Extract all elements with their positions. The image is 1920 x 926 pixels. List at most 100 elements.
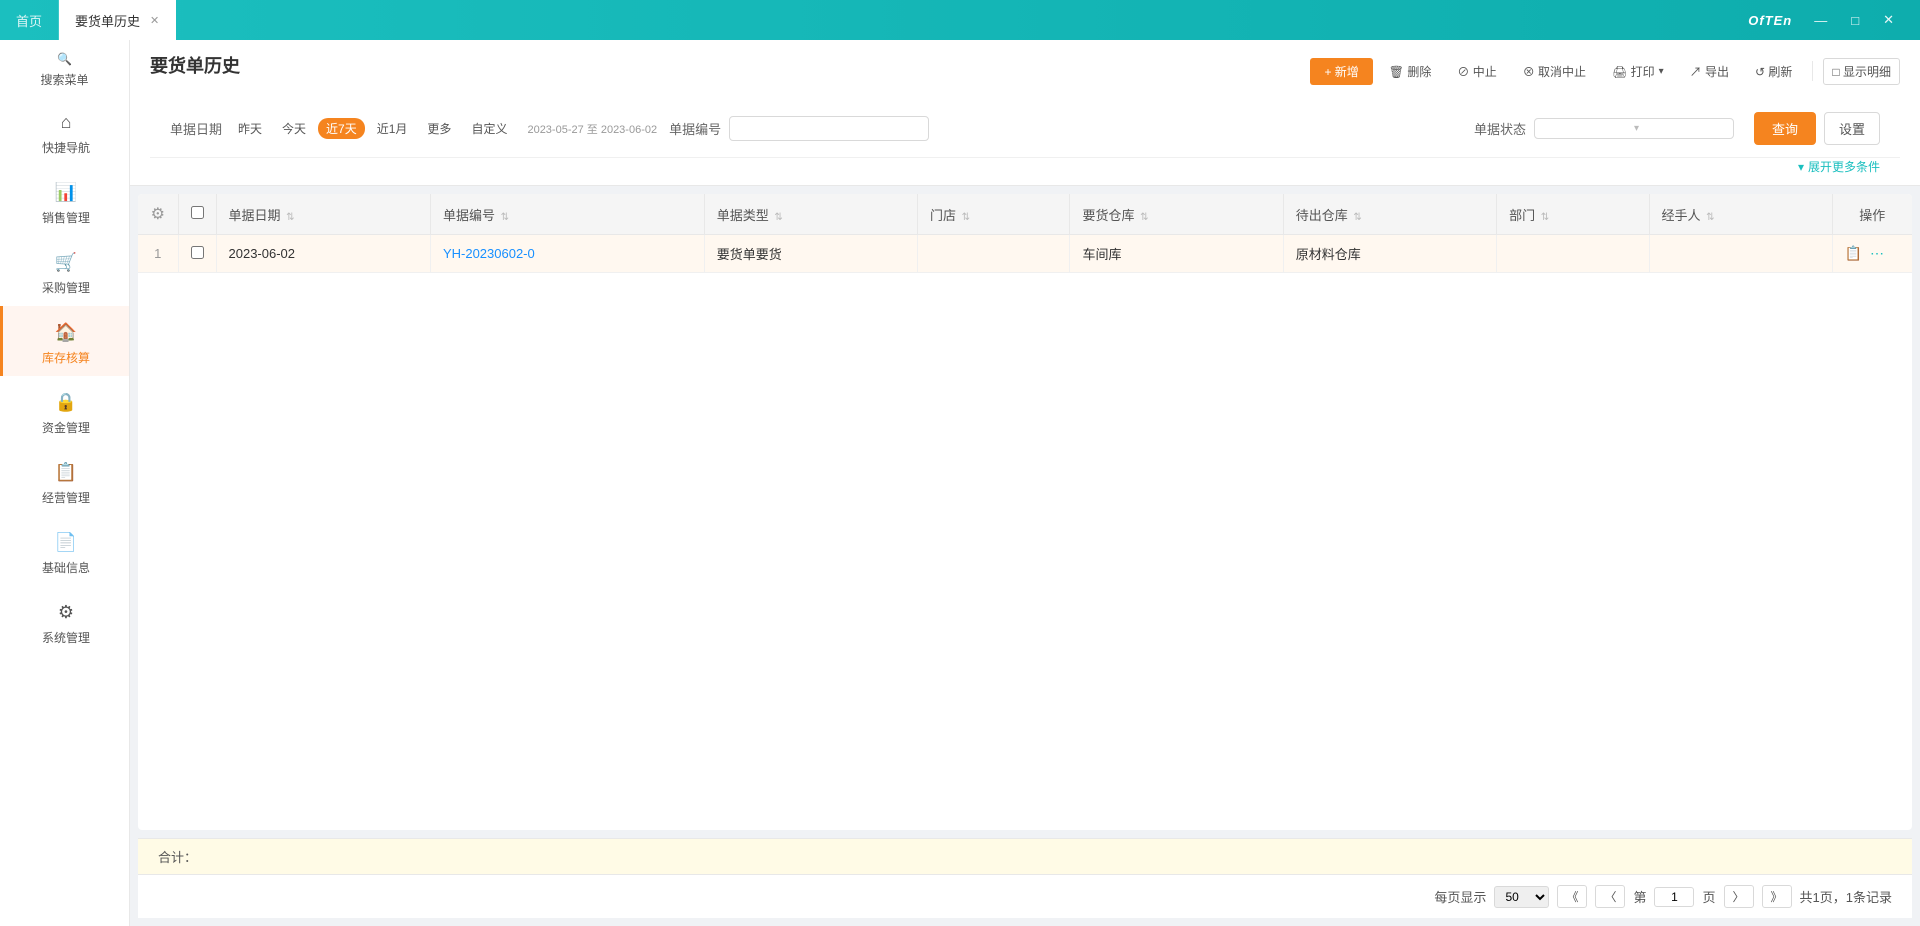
status-label: 单据状态 (1474, 119, 1526, 138)
new-button[interactable]: + 新增 (1310, 58, 1372, 85)
date-filter-label: 单据日期 (170, 119, 222, 138)
col-checkbox (178, 194, 216, 235)
bill-no-input[interactable] (729, 116, 929, 141)
page-label-after: 页 (1702, 887, 1715, 906)
col-bill-no: 单据编号 ⇅ (430, 194, 704, 235)
page-size-select[interactable]: 20 50 100 200 (1494, 886, 1549, 908)
tab-close-icon[interactable]: ✕ (150, 14, 159, 27)
sidebar-search[interactable]: 🔍 搜索菜单 (0, 40, 129, 96)
cell-handler (1649, 235, 1832, 273)
maximize-btn[interactable]: □ (1845, 13, 1865, 28)
tab-requisition-history[interactable]: 要货单历史 ✕ (59, 0, 176, 40)
sort-req-warehouse-icon[interactable]: ⇅ (1140, 212, 1148, 223)
prev-page-btn[interactable]: 〈 (1595, 885, 1625, 908)
sort-department-icon[interactable]: ⇅ (1541, 212, 1549, 223)
sidebar-item-inventory[interactable]: 🏠 库存核算 (0, 306, 129, 376)
settings-button[interactable]: 设置 (1824, 112, 1880, 145)
sort-store-icon[interactable]: ⇅ (962, 212, 970, 223)
sidebar-search-label: 搜索菜单 (40, 71, 88, 88)
tab-requisition-label: 要货单历史 (75, 11, 140, 30)
table-settings-icon[interactable]: ⚙ (151, 206, 165, 223)
tab-home[interactable]: 首页 (0, 0, 59, 40)
expand-label: 展开更多条件 (1808, 158, 1880, 175)
sidebar-operations-label: 经营管理 (42, 489, 90, 506)
first-page-btn[interactable]: 《 (1557, 885, 1587, 908)
page-header: 要货单历史 + 新增 🗑 删除 ⊘ 中止 ⊗ 取消中止 🖨 打印 ▾ ↗ 导出 … (130, 40, 1920, 186)
next-page-btn[interactable]: 〉 (1724, 885, 1754, 908)
export-button[interactable]: ↗ 导出 (1680, 58, 1739, 85)
select-all-checkbox[interactable] (191, 206, 204, 219)
sidebar-sales-label: 销售管理 (42, 209, 90, 226)
query-button[interactable]: 查询 (1754, 112, 1816, 145)
window-controls: — □ ✕ (1808, 12, 1900, 28)
sidebar: 🔍 搜索菜单 ⌂ 快捷导航 📊 销售管理 🛒 采购管理 🏠 库存核算 🔒 资金管… (0, 40, 130, 926)
last-page-btn[interactable]: 》 (1762, 885, 1792, 908)
col-department: 部门 ⇅ (1497, 194, 1649, 235)
more-icon[interactable]: ⋯ (1870, 245, 1884, 262)
sidebar-item-sales[interactable]: 📊 销售管理 (0, 166, 129, 236)
cell-department (1497, 235, 1649, 273)
table-header-row: ⚙ 单据日期 ⇅ 单据编号 ⇅ (138, 194, 1912, 235)
sidebar-item-purchase[interactable]: 🛒 采购管理 (0, 236, 129, 306)
cell-bill-type: 要货单要货 (704, 235, 917, 273)
refresh-button[interactable]: ↺ 刷新 (1745, 58, 1802, 85)
page-number-input[interactable] (1654, 887, 1694, 907)
search-icon: 🔍 (57, 52, 72, 66)
sidebar-inventory-label: 库存核算 (42, 349, 90, 366)
toolbar-divider (1812, 61, 1813, 81)
filter-action-buttons: 查询 设置 (1754, 112, 1880, 145)
sort-pending-warehouse-icon[interactable]: ⇅ (1353, 212, 1361, 223)
sidebar-item-system[interactable]: ⚙ 系统管理 (0, 586, 129, 656)
main-layout: 🔍 搜索菜单 ⌂ 快捷导航 📊 销售管理 🛒 采购管理 🏠 库存核算 🔒 资金管… (0, 40, 1920, 926)
display-detail-button[interactable]: □ 显示明细 (1823, 58, 1900, 85)
summary-label: 合计： (158, 847, 197, 866)
top-bar-right: OfTEn — □ ✕ (1748, 12, 1920, 28)
sidebar-purchase-label: 采购管理 (42, 279, 90, 296)
cell-actions: 📋 ⋯ (1832, 235, 1912, 273)
expand-chevron-icon: ▾ (1798, 160, 1804, 174)
edit-icon[interactable]: 📋 (1845, 245, 1862, 262)
sidebar-item-operations[interactable]: 📋 经营管理 (0, 446, 129, 516)
col-actions: 操作 (1832, 194, 1912, 235)
cell-checkbox (178, 235, 216, 273)
cancel-stop-button[interactable]: ⊗ 取消中止 (1513, 58, 1596, 85)
date-option-yesterday[interactable]: 昨天 (230, 118, 270, 139)
date-filter-group: 单据日期 昨天 今天 近7天 近1月 更多 自定义 2023-05-27 至 2… (170, 118, 657, 139)
print-button[interactable]: 🖨 打印 ▾ (1602, 58, 1674, 85)
stop-button[interactable]: ⊘ 中止 (1447, 58, 1506, 85)
sidebar-item-basic-info[interactable]: 📄 基础信息 (0, 516, 129, 586)
col-req-warehouse: 要货仓库 ⇅ (1070, 194, 1283, 235)
cell-row-num: 1 (138, 235, 178, 273)
cell-date: 2023-06-02 (216, 235, 430, 273)
col-date: 单据日期 ⇅ (216, 194, 430, 235)
sidebar-item-quick-nav[interactable]: ⌂ 快捷导航 (0, 96, 129, 166)
expand-button[interactable]: ▾ 展开更多条件 (1798, 158, 1880, 175)
basic-info-icon: 📄 (54, 530, 78, 554)
sort-handler-icon[interactable]: ⇅ (1706, 212, 1714, 223)
sort-date-icon[interactable]: ⇅ (286, 212, 294, 223)
top-bar: 首页 要货单历史 ✕ OfTEn — □ ✕ (0, 0, 1920, 40)
quick-nav-icon: ⌂ (54, 110, 78, 134)
row-checkbox[interactable] (191, 246, 204, 259)
close-btn[interactable]: ✕ (1877, 12, 1900, 28)
date-option-today[interactable]: 今天 (274, 118, 314, 139)
sort-bill-type-icon[interactable]: ⇅ (774, 212, 782, 223)
status-select[interactable]: ▾ (1534, 118, 1734, 139)
pagination-bar: 每页显示 20 50 100 200 《 〈 第 页 〉 》 共1页，1条记录 (138, 874, 1912, 918)
sidebar-system-label: 系统管理 (42, 629, 90, 646)
cell-pending-warehouse: 原材料仓库 (1283, 235, 1496, 273)
sidebar-basic-info-label: 基础信息 (42, 559, 90, 576)
date-option-more[interactable]: 更多 (419, 118, 459, 139)
delete-button[interactable]: 🗑 删除 (1379, 58, 1442, 85)
minimize-btn[interactable]: — (1808, 13, 1833, 28)
status-select-chevron: ▾ (1634, 123, 1723, 134)
date-option-custom[interactable]: 自定义 (463, 118, 515, 139)
total-info: 共1页，1条记录 (1800, 887, 1892, 906)
date-option-7days[interactable]: 近7天 (318, 118, 365, 139)
sort-bill-no-icon[interactable]: ⇅ (501, 212, 509, 223)
toolbar: + 新增 🗑 删除 ⊘ 中止 ⊗ 取消中止 🖨 打印 ▾ ↗ 导出 ↺ 刷新 □… (1310, 58, 1900, 85)
bill-no-link[interactable]: YH-20230602-0 (443, 246, 535, 261)
sidebar-item-finance[interactable]: 🔒 资金管理 (0, 376, 129, 446)
tab-home-label: 首页 (16, 11, 42, 30)
date-option-1month[interactable]: 近1月 (369, 118, 416, 139)
